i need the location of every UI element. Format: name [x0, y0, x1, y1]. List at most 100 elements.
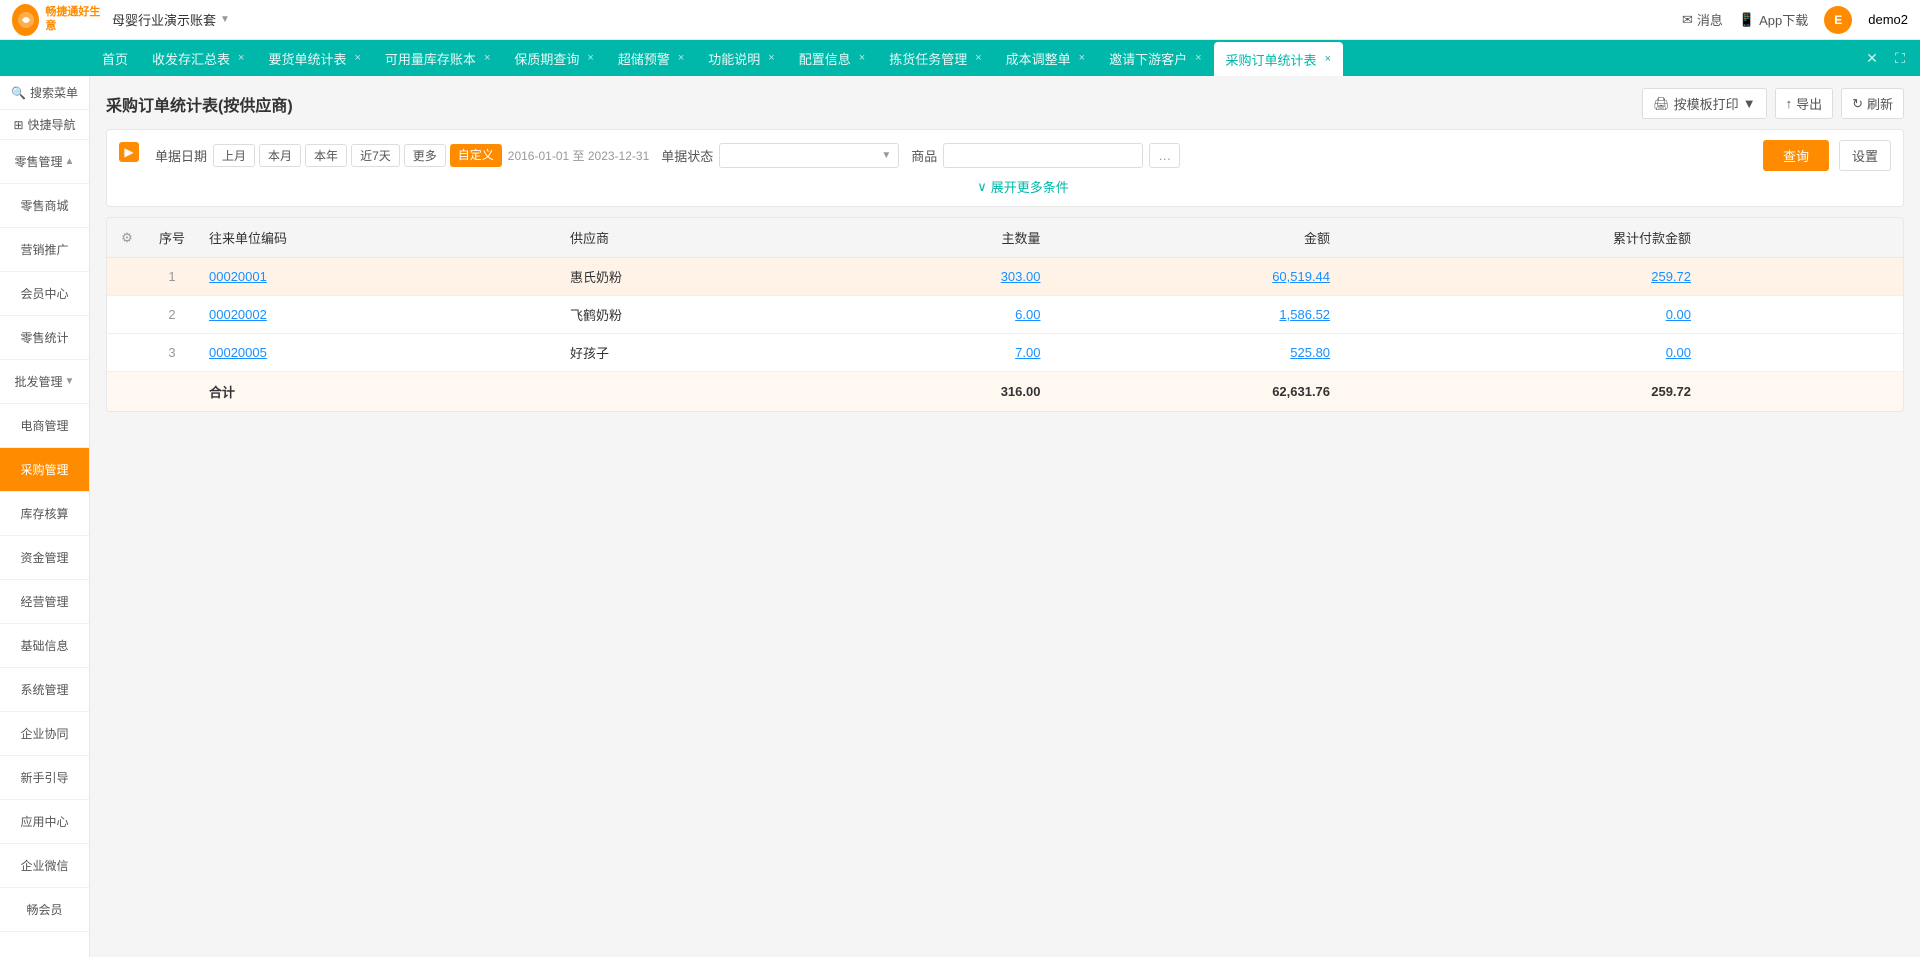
- tab-invite-downstream-label: 邀请下游客户: [1109, 49, 1187, 68]
- sidebar-item-enterprise-collab[interactable]: 企业协同: [0, 712, 89, 756]
- tab-picking-task[interactable]: 拣货任务管理 ×: [877, 40, 993, 76]
- expand-more[interactable]: ∨ 展开更多条件: [155, 177, 1891, 196]
- row-1-paid-amount[interactable]: 259.72: [1342, 258, 1703, 296]
- date-cur-month-btn[interactable]: 本月: [259, 144, 301, 167]
- row-2-quantity[interactable]: 6.00: [827, 296, 1053, 334]
- row-3-quantity[interactable]: 7.00: [827, 334, 1053, 372]
- sidebar-item-marketing[interactable]: 营销推广: [0, 228, 89, 272]
- sidebar-quick-nav[interactable]: ⊞ 快捷导航: [0, 110, 89, 140]
- tab-cost-adjust[interactable]: 成本调整单 ×: [994, 40, 1097, 76]
- row-3-unit-code[interactable]: 00020005: [197, 334, 558, 372]
- sidebar-item-finance[interactable]: 资金管理: [0, 536, 89, 580]
- tab-config-info-close[interactable]: ×: [859, 52, 865, 64]
- filter-toggle-btn[interactable]: ▶: [119, 142, 139, 162]
- sidebar-item-new-guide[interactable]: 新手引导: [0, 756, 89, 800]
- sidebar-item-retail-manage[interactable]: 零售管理 ▲: [0, 140, 89, 184]
- tab-invite-downstream-close[interactable]: ×: [1195, 52, 1201, 64]
- tab-purchase-summary-label: 采购订单统计表: [1226, 50, 1317, 69]
- row-3-paid-amount[interactable]: 0.00: [1342, 334, 1703, 372]
- sidebar-item-operations[interactable]: 经营管理: [0, 580, 89, 624]
- sidebar-item-retail-mall[interactable]: 零售商城: [0, 184, 89, 228]
- row-2-checkbox: [107, 296, 147, 334]
- sidebar-retail-stats-label: 零售统计: [20, 329, 68, 346]
- tab-config-info-label: 配置信息: [799, 49, 851, 68]
- export-button[interactable]: ↑ 导出: [1775, 88, 1834, 119]
- sidebar-search[interactable]: 🔍 搜索菜单: [0, 76, 89, 110]
- sidebar-item-purchase-manage[interactable]: 采购管理: [0, 448, 89, 492]
- message-label: 消息: [1697, 10, 1723, 29]
- workspace-selector[interactable]: 母婴行业演示账套 ▼: [112, 10, 230, 29]
- tab-purchase-summary[interactable]: 采购订单统计表 ×: [1214, 42, 1343, 76]
- refresh-button[interactable]: ↻ 刷新: [1841, 88, 1904, 119]
- tab-inventory-ledger-close[interactable]: ×: [484, 52, 490, 64]
- col-paid-amount: 累计付款金额: [1342, 218, 1703, 258]
- nav-icon: ⊞: [13, 118, 23, 132]
- goods-more-btn[interactable]: …: [1149, 143, 1180, 168]
- app-download-btn[interactable]: 📱 App下载: [1739, 10, 1808, 29]
- tab-function-desc-close[interactable]: ×: [768, 52, 774, 64]
- workspace-dropdown-icon: ▼: [220, 14, 230, 25]
- date-to: 2023-12-31: [588, 149, 649, 163]
- row-2-amount[interactable]: 1,586.52: [1052, 296, 1342, 334]
- footer-quantity: 316.00: [827, 372, 1053, 412]
- tab-function-desc-label: 功能说明: [708, 49, 760, 68]
- sidebar-item-member-center[interactable]: 会员中心: [0, 272, 89, 316]
- tab-invite-downstream[interactable]: 邀请下游客户 ×: [1097, 40, 1213, 76]
- row-1-quantity[interactable]: 303.00: [827, 258, 1053, 296]
- date-7days-btn[interactable]: 近7天: [351, 144, 400, 167]
- sidebar-item-vip[interactable]: 畅会员: [0, 888, 89, 932]
- sidebar-item-basic-info[interactable]: 基础信息: [0, 624, 89, 668]
- settings-button[interactable]: 设置: [1839, 140, 1891, 171]
- row-2-unit-code[interactable]: 00020002: [197, 296, 558, 334]
- row-2-num: 2: [147, 296, 197, 334]
- tab-overstock-warning-close[interactable]: ×: [678, 52, 684, 64]
- row-1-amount[interactable]: 60,519.44: [1052, 258, 1342, 296]
- tab-config-info[interactable]: 配置信息 ×: [787, 40, 877, 76]
- tab-cost-adjust-close[interactable]: ×: [1079, 52, 1085, 64]
- sidebar-item-ecommerce[interactable]: 电商管理: [0, 404, 89, 448]
- row-1-unit-code[interactable]: 00020001: [197, 258, 558, 296]
- user-avatar[interactable]: E: [1824, 6, 1852, 34]
- sidebar-vip-label: 畅会员: [26, 901, 62, 918]
- tab-home-label: 首页: [102, 49, 128, 68]
- nav-close-btn[interactable]: ✕: [1860, 46, 1884, 70]
- tab-order-summary-label: 要货单统计表: [268, 49, 346, 68]
- sidebar-item-app-center[interactable]: 应用中心: [0, 800, 89, 844]
- tab-function-desc[interactable]: 功能说明 ×: [696, 40, 786, 76]
- sidebar-item-enterprise-wechat[interactable]: 企业微信: [0, 844, 89, 888]
- tab-home[interactable]: 首页: [90, 40, 140, 76]
- status-label: 单据状态: [661, 146, 713, 165]
- tab-order-summary[interactable]: 要货单统计表 ×: [256, 40, 372, 76]
- tab-receive-summary[interactable]: 收发存汇总表 ×: [140, 40, 256, 76]
- template-print-button[interactable]: 🖨 按模板打印 ▼: [1642, 88, 1766, 119]
- row-2-paid-amount[interactable]: 0.00: [1342, 296, 1703, 334]
- username[interactable]: demo2: [1868, 12, 1908, 27]
- message-btn[interactable]: ✉ 消息: [1682, 10, 1723, 29]
- tab-expiry-query-close[interactable]: ×: [587, 52, 593, 64]
- tab-picking-task-close[interactable]: ×: [975, 52, 981, 64]
- tab-purchase-summary-close[interactable]: ×: [1325, 53, 1331, 65]
- tab-order-summary-close[interactable]: ×: [354, 52, 360, 64]
- nav-maximize-btn[interactable]: ⛶: [1888, 46, 1912, 70]
- row-3-amount[interactable]: 525.80: [1052, 334, 1342, 372]
- sidebar-item-retail-stats[interactable]: 零售统计: [0, 316, 89, 360]
- app-download-label: App下载: [1759, 10, 1808, 29]
- table-settings-icon[interactable]: ⚙: [121, 230, 133, 245]
- sidebar-item-inventory[interactable]: 库存核算: [0, 492, 89, 536]
- tab-overstock-warning[interactable]: 超储预警 ×: [606, 40, 696, 76]
- tab-inventory-ledger[interactable]: 可用量库存账本 ×: [373, 40, 502, 76]
- tab-receive-summary-close[interactable]: ×: [238, 52, 244, 64]
- tab-expiry-query[interactable]: 保质期查询 ×: [502, 40, 605, 76]
- date-shortcuts: 上月 本月 本年 近7天 更多 自定义: [213, 144, 502, 167]
- date-prev-month-btn[interactable]: 上月: [213, 144, 255, 167]
- date-cur-year-btn[interactable]: 本年: [305, 144, 347, 167]
- goods-input[interactable]: [943, 143, 1143, 168]
- query-button[interactable]: 查询: [1763, 140, 1829, 171]
- date-more-btn[interactable]: 更多: [404, 144, 446, 167]
- table-row: 2 00020002 飞鹤奶粉 6.00 1,586.52 0.00: [107, 296, 1903, 334]
- sidebar-item-system[interactable]: 系统管理: [0, 668, 89, 712]
- sidebar-item-wholesale-manage[interactable]: 批发管理 ▼: [0, 360, 89, 404]
- custom-date-tag[interactable]: 自定义: [450, 144, 502, 167]
- tab-cost-adjust-label: 成本调整单: [1006, 49, 1071, 68]
- status-select[interactable]: [719, 143, 899, 168]
